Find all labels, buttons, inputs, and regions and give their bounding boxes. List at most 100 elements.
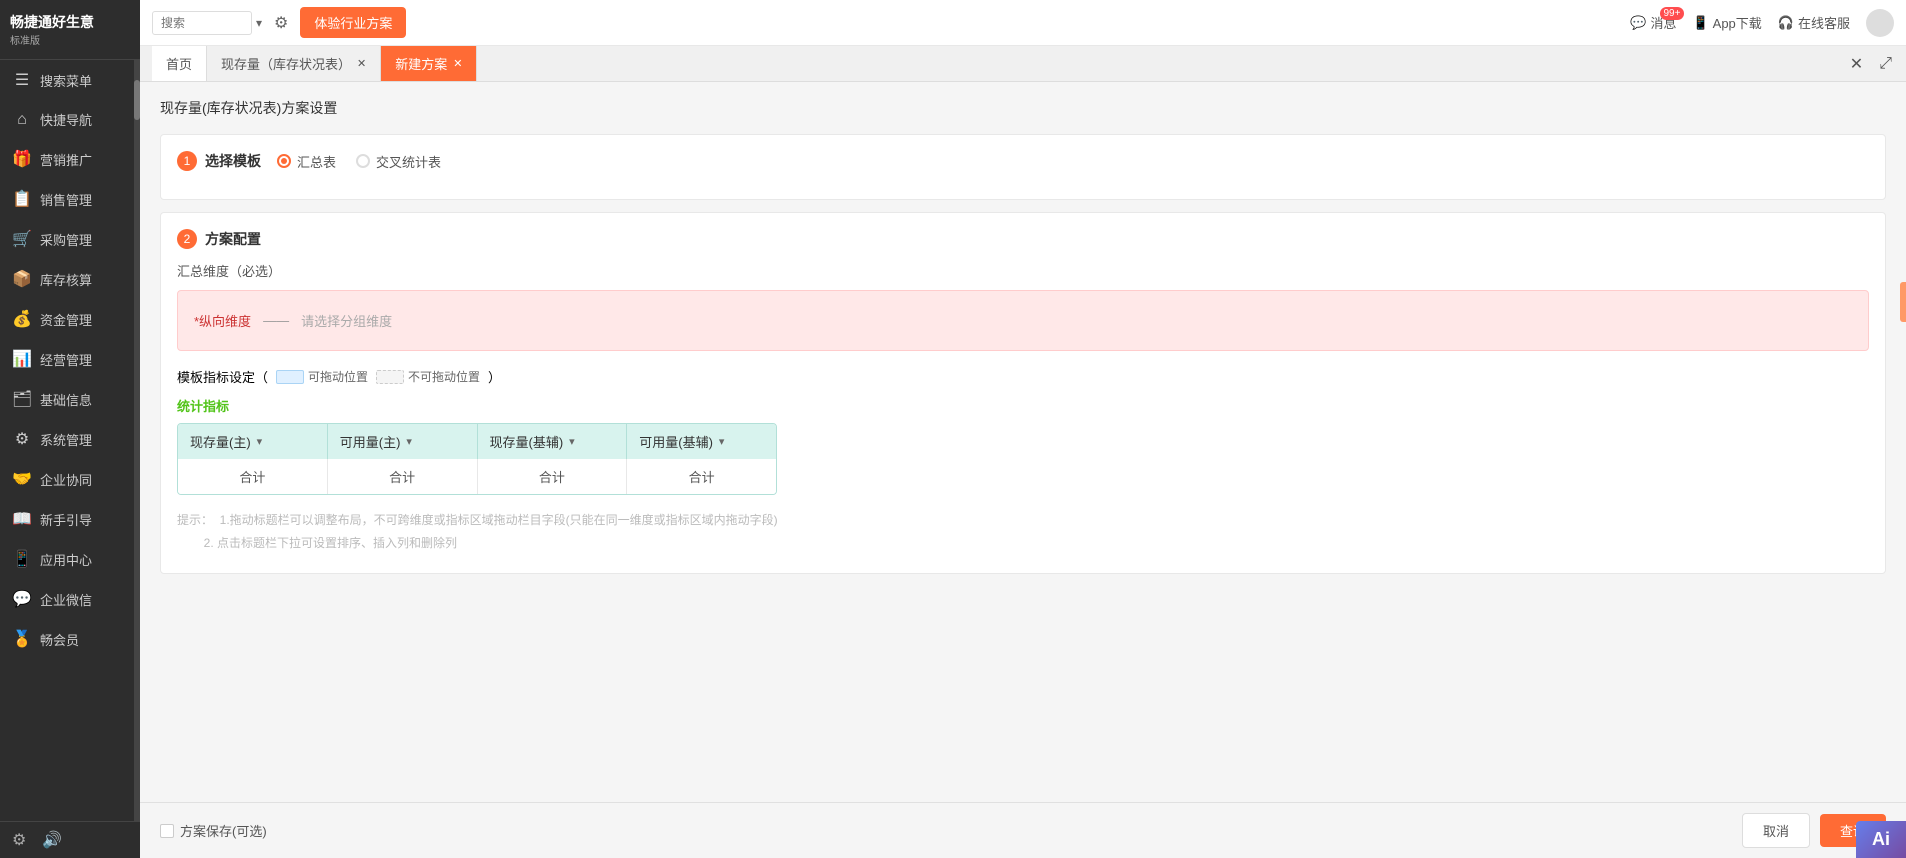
stats-col-1[interactable]: 现存量(主) ▾ [178,424,328,459]
page-title: 现存量(库存状况表)方案设置 [160,98,1886,118]
stats-table: 现存量(主) ▾ 可用量(主) ▾ 现存量(基辅) ▾ 可用量(基辅) ▾ [177,423,777,495]
sidebar-item-marketing[interactable]: 🎁 营销推广 [0,139,134,179]
search-dropdown-btn[interactable]: ▾ [256,16,262,30]
stats-col-1-chevron[interactable]: ▾ [257,435,263,448]
fixed-legend: 不可拖动位置 [376,368,480,385]
guide-icon: 📖 [12,509,32,529]
edition-label: 标准版 [10,32,130,47]
sidebar-item-label: 采购管理 [40,230,92,249]
stats-col-4-label: 可用量(基辅) [639,432,713,451]
sidebar-item-quick-nav[interactable]: ⌂ 快捷导航 [0,100,134,139]
stats-col-2-label: 可用量(主) [340,432,401,451]
trial-plan-button[interactable]: 体验行业方案 [300,7,406,38]
sidebar-item-label: 经营管理 [40,350,92,369]
stats-col-4-chevron[interactable]: ▾ [719,435,725,448]
app-download-btn[interactable]: 📱 App下载 [1692,13,1761,32]
sidebar-item-label: 系统管理 [40,430,92,449]
tab-new-plan-label: 新建方案 [395,54,447,73]
save-label: 方案保存(可选) [180,821,267,840]
step2-section: 2 方案配置 汇总维度（必选） *纵向维度 —— 请选择分组维度 模板指标设定（… [160,212,1886,574]
radio-summary[interactable]: 汇总表 [277,152,336,171]
wechat-icon: 💬 [12,589,32,609]
ai-badge[interactable]: Ai [1856,821,1906,858]
sidebar-item-inventory[interactable]: 📦 库存核算 [0,259,134,299]
right-panel-hint[interactable] [1900,282,1906,322]
sidebar-item-finance[interactable]: 💰 资金管理 [0,299,134,339]
app-download-label: App下载 [1713,13,1762,32]
sidebar-item-system[interactable]: ⚙ 系统管理 [0,419,134,459]
step1-header: 1 选择模板 汇总表 交叉统计表 [177,151,1869,171]
radio-cross-dot [356,154,370,168]
headset-icon: 🎧 [1778,15,1794,31]
service-label: 在线客服 [1798,13,1850,32]
topbar-search-area: ▾ [152,11,262,35]
stats-cell-4: 合计 [627,459,776,494]
sidebar-bottom: ⚙ 🔊 [0,821,140,858]
sidebar-item-member[interactable]: 🏅 畅会员 [0,619,134,659]
sidebar-item-label: 库存核算 [40,270,92,289]
step2-header: 2 方案配置 [177,229,1869,249]
stats-table-body: 合计 合计 合计 合计 [178,459,776,494]
stats-col-3-chevron[interactable]: ▾ [569,435,575,448]
draggable-legend: 可拖动位置 [276,368,368,385]
sidebar-item-sales[interactable]: 📋 销售管理 [0,179,134,219]
stats-col-4[interactable]: 可用量(基辅) ▾ [627,424,776,459]
main-area: ▾ ⚙ 体验行业方案 💬 消息 99+ 📱 App下载 🎧 在线客服 首页 [140,0,1906,858]
sidebar-item-purchase[interactable]: 🛒 采购管理 [0,219,134,259]
tab-inventory-status[interactable]: 现存量（库存状况表） ✕ [207,46,381,81]
tab-close-window-btn[interactable]: ✕ [1844,52,1869,76]
sidebar-item-label: 资金管理 [40,310,92,329]
sidebar-item-wechat[interactable]: 💬 企业微信 [0,579,134,619]
messages-btn[interactable]: 💬 消息 99+ [1630,13,1676,32]
tab-new-plan[interactable]: 新建方案 ✕ [381,46,477,81]
sidebar-item-label: 畅会员 [40,630,79,649]
sidebar-item-search-menu[interactable]: ☰ 搜索菜单 [0,60,134,100]
sidebar-item-basic-info[interactable]: 🗂 基础信息 [0,379,134,419]
tab-inventory-close-icon[interactable]: ✕ [357,57,366,70]
stats-col-3[interactable]: 现存量(基辅) ▾ [478,424,628,459]
template-radio-group: 汇总表 交叉统计表 [277,152,441,171]
gear-icon[interactable]: ⚙ [274,13,288,33]
step1-section: 1 选择模板 汇总表 交叉统计表 [160,134,1886,200]
sidebar-item-corp[interactable]: 🤝 企业协同 [0,459,134,499]
app-center-icon: 📱 [12,549,32,569]
stats-section-label: 统计指标 [177,396,1869,415]
sidebar-item-app-center[interactable]: 📱 应用中心 [0,539,134,579]
tab-home-label: 首页 [166,54,192,73]
settings-icon[interactable]: ⚙ [12,830,26,850]
indicator-label-text: 模板指标设定（ [177,367,268,386]
save-checkbox[interactable] [160,824,174,838]
save-option[interactable]: 方案保存(可选) [160,821,267,840]
user-avatar[interactable] [1866,9,1894,37]
search-input[interactable] [152,11,252,35]
fixed-legend-box [376,370,404,384]
radio-cross-label: 交叉统计表 [376,152,441,171]
draggable-legend-text: 可拖动位置 [308,368,368,385]
search-menu-icon: ☰ [12,70,32,90]
stats-cell-2: 合计 [328,459,478,494]
message-icon: 💬 [1630,15,1646,31]
online-service-btn[interactable]: 🎧 在线客服 [1778,13,1850,32]
stats-col-2-chevron[interactable]: ▾ [406,435,412,448]
stats-col-2[interactable]: 可用量(主) ▾ [328,424,478,459]
stats-col-1-label: 现存量(主) [190,432,251,451]
sidebar-item-guide[interactable]: 📖 新手引导 [0,499,134,539]
dimension-area[interactable]: *纵向维度 —— 请选择分组维度 [177,290,1869,351]
tab-expand-btn[interactable]: ⤢ [1873,53,1898,75]
finance-icon: 💰 [12,309,32,329]
step2-badge: 2 [177,229,197,249]
sidebar-item-operations[interactable]: 📊 经营管理 [0,339,134,379]
vertical-dimension-label: *纵向维度 [194,311,251,330]
system-icon: ⚙ [12,429,32,449]
sidebar-item-label: 新手引导 [40,510,92,529]
cancel-button[interactable]: 取消 [1742,813,1810,848]
stats-cell-1: 合计 [178,459,328,494]
tab-home[interactable]: 首页 [152,46,207,81]
step2-title: 方案配置 [205,229,261,249]
tab-new-plan-close-icon[interactable]: ✕ [453,57,462,70]
radio-cross[interactable]: 交叉统计表 [356,152,441,171]
sidebar-item-label: 企业微信 [40,590,92,609]
sidebar-item-label: 应用中心 [40,550,92,569]
step1-title: 选择模板 [205,151,261,171]
speaker-icon[interactable]: 🔊 [42,830,62,850]
